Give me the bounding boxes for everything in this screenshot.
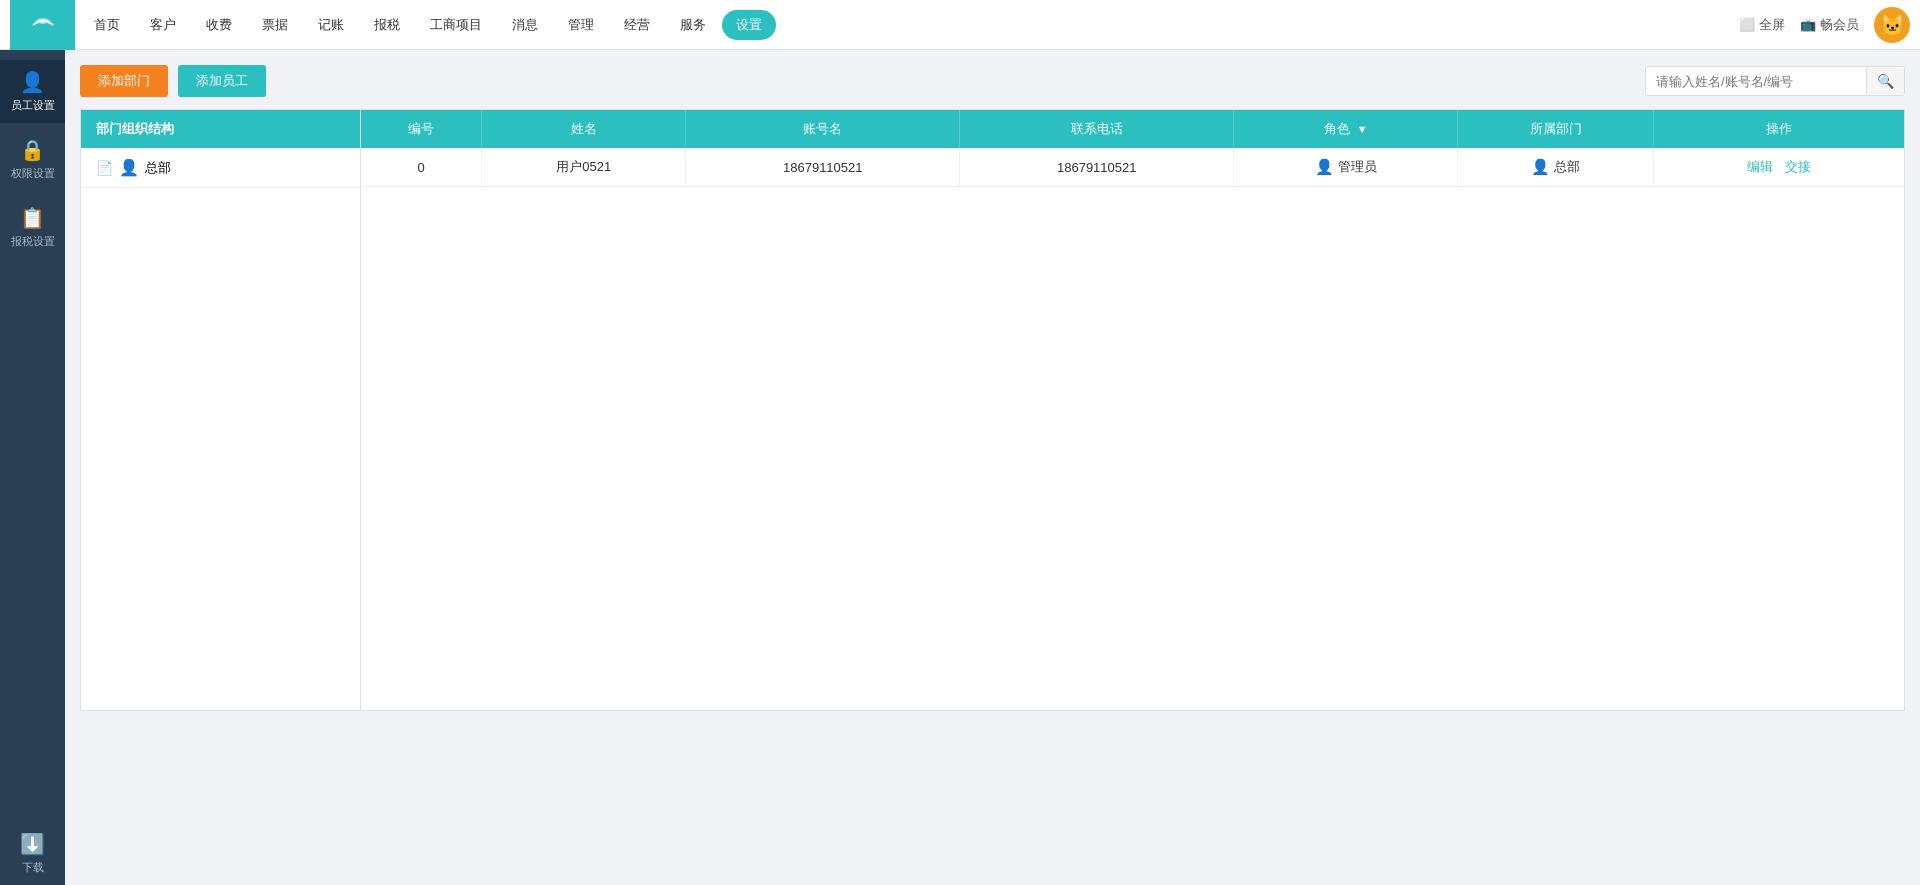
vip-button[interactable]: 📺 畅会员 bbox=[1800, 16, 1859, 34]
nav-service[interactable]: 服务 bbox=[666, 10, 720, 40]
dept-panel: 部门组织结构 📄 👤 总部 bbox=[81, 110, 361, 710]
search-box: 🔍 bbox=[1645, 66, 1905, 96]
fullscreen-button[interactable]: ⬜ 全屏 bbox=[1739, 16, 1785, 34]
cell-account: 18679110521 bbox=[686, 148, 960, 187]
role-person-icon: 👤 bbox=[1315, 158, 1334, 176]
sidebar-item-taxsettings[interactable]: 📋 报税设置 bbox=[0, 196, 65, 259]
search-icon: 🔍 bbox=[1877, 73, 1894, 89]
cell-dept: 👤 总部 bbox=[1458, 148, 1654, 187]
sidebar-employee-label: 员工设置 bbox=[11, 98, 55, 113]
employee-icon: 👤 bbox=[20, 70, 45, 94]
user-avatar[interactable]: 🐱 bbox=[1874, 7, 1910, 43]
top-navigation: 首页 客户 收费 票据 记账 报税 工商项目 消息 管理 经营 服务 设置 ⬜ … bbox=[0, 0, 1920, 50]
role-filter-icon: ▼ bbox=[1357, 123, 1368, 135]
nav-home[interactable]: 首页 bbox=[80, 10, 134, 40]
search-input[interactable] bbox=[1646, 68, 1866, 95]
vip-label: 畅会员 bbox=[1820, 16, 1859, 34]
sidebar-item-download[interactable]: ⬇️ 下载 bbox=[0, 822, 65, 885]
app-logo bbox=[10, 0, 75, 50]
permission-icon: 🔒 bbox=[20, 138, 45, 162]
add-employee-button[interactable]: 添加员工 bbox=[178, 65, 266, 97]
cell-actions: 编辑 交接 bbox=[1654, 148, 1904, 187]
nav-account[interactable]: 记账 bbox=[304, 10, 358, 40]
search-button[interactable]: 🔍 bbox=[1866, 67, 1904, 95]
sidebar-permission-label: 权限设置 bbox=[11, 166, 55, 181]
nav-tax[interactable]: 报税 bbox=[360, 10, 414, 40]
nav-items: 首页 客户 收费 票据 记账 报税 工商项目 消息 管理 经营 服务 设置 bbox=[80, 10, 1739, 40]
main-content: 添加部门 添加员工 🔍 部门组织结构 📄 👤 总部 编号 bbox=[65, 50, 1920, 885]
nav-business[interactable]: 工商项目 bbox=[416, 10, 496, 40]
taxsettings-icon: 📋 bbox=[20, 206, 45, 230]
nav-fee[interactable]: 收费 bbox=[192, 10, 246, 40]
download-icon: ⬇️ bbox=[20, 832, 45, 856]
svg-point-0 bbox=[25, 7, 61, 43]
th-id: 编号 bbox=[361, 110, 482, 148]
dept-item-label: 总部 bbox=[145, 159, 171, 177]
th-role[interactable]: 角色 ▼ bbox=[1234, 110, 1458, 148]
dept-person-icon: 👤 bbox=[1531, 158, 1550, 176]
cell-id: 0 bbox=[361, 148, 482, 187]
dept-person-icon: 👤 bbox=[119, 158, 139, 177]
sidebar-bottom: ⬇️ 下载 bbox=[0, 822, 65, 885]
th-name: 姓名 bbox=[482, 110, 686, 148]
cell-role: 👤 管理员 bbox=[1234, 148, 1458, 187]
table-panel: 编号 姓名 账号名 联系电话 角色 ▼ 所属部门 操作 0 bbox=[361, 110, 1904, 710]
fullscreen-icon: ⬜ bbox=[1739, 17, 1755, 32]
role-label: 管理员 bbox=[1338, 158, 1377, 176]
dept-label: 总部 bbox=[1554, 158, 1580, 176]
content-area: 部门组织结构 📄 👤 总部 编号 姓名 账号名 联系电话 角色 bbox=[80, 109, 1905, 711]
table-row: 0 用户0521 18679110521 18679110521 👤 管理员 👤… bbox=[361, 148, 1904, 187]
add-dept-button[interactable]: 添加部门 bbox=[80, 65, 168, 97]
sidebar-item-employee[interactable]: 👤 员工设置 bbox=[0, 60, 65, 123]
dept-panel-header: 部门组织结构 bbox=[81, 110, 360, 148]
th-dept: 所属部门 bbox=[1458, 110, 1654, 148]
dept-file-icon: 📄 bbox=[96, 160, 113, 176]
nav-client[interactable]: 客户 bbox=[136, 10, 190, 40]
th-action: 操作 bbox=[1654, 110, 1904, 148]
nav-settings[interactable]: 设置 bbox=[722, 10, 776, 40]
sidebar-item-permission[interactable]: 🔒 权限设置 bbox=[0, 128, 65, 191]
logo-icon bbox=[25, 7, 61, 43]
nav-operation[interactable]: 经营 bbox=[610, 10, 664, 40]
cell-phone: 18679110521 bbox=[960, 148, 1234, 187]
table-header-row: 编号 姓名 账号名 联系电话 角色 ▼ 所属部门 操作 bbox=[361, 110, 1904, 148]
nav-bill[interactable]: 票据 bbox=[248, 10, 302, 40]
dept-item-general[interactable]: 📄 👤 总部 bbox=[81, 148, 360, 188]
cell-name: 用户0521 bbox=[482, 148, 686, 187]
sidebar-taxsettings-label: 报税设置 bbox=[11, 234, 55, 249]
nav-manage[interactable]: 管理 bbox=[554, 10, 608, 40]
th-account: 账号名 bbox=[686, 110, 960, 148]
th-phone: 联系电话 bbox=[960, 110, 1234, 148]
employee-table: 编号 姓名 账号名 联系电话 角色 ▼ 所属部门 操作 0 bbox=[361, 110, 1904, 187]
nav-message[interactable]: 消息 bbox=[498, 10, 552, 40]
avatar-icon: 🐱 bbox=[1880, 13, 1905, 37]
sidebar-download-label: 下载 bbox=[22, 860, 44, 875]
action-编辑[interactable]: 编辑 bbox=[1747, 159, 1773, 174]
vip-icon: 📺 bbox=[1800, 17, 1816, 32]
fullscreen-label: 全屏 bbox=[1759, 16, 1785, 34]
nav-right-area: ⬜ 全屏 📺 畅会员 🐱 bbox=[1739, 7, 1910, 43]
action-交接[interactable]: 交接 bbox=[1785, 159, 1811, 174]
toolbar: 添加部门 添加员工 🔍 bbox=[80, 65, 1905, 97]
sidebar: 👤 员工设置 🔒 权限设置 📋 报税设置 ⬇️ 下载 bbox=[0, 50, 65, 885]
